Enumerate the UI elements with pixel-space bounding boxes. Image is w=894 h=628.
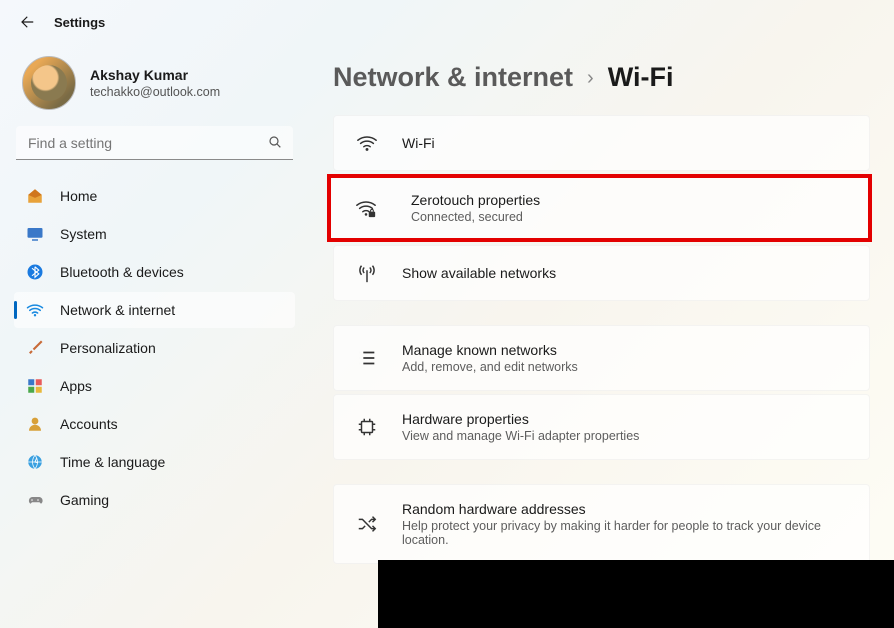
wifi-icon xyxy=(356,132,378,154)
globe-icon xyxy=(26,453,44,471)
sidebar-item-label: Personalization xyxy=(60,340,156,356)
card-title: Wi-Fi xyxy=(402,135,847,151)
wifi-icon xyxy=(26,301,44,319)
card-title: Show available networks xyxy=(402,265,847,281)
card-title: Zerotouch properties xyxy=(411,192,844,208)
card-available-networks[interactable]: Show available networks xyxy=(333,245,870,301)
user-name: Akshay Kumar xyxy=(90,67,220,83)
sidebar-item-apps[interactable]: Apps xyxy=(14,368,295,404)
sidebar-item-time[interactable]: Time & language xyxy=(14,444,295,480)
breadcrumb: Network & internet › Wi-Fi xyxy=(333,62,870,93)
sidebar-item-accounts[interactable]: Accounts xyxy=(14,406,295,442)
system-icon xyxy=(26,225,44,243)
card-subtitle: Help protect your privacy by making it h… xyxy=(402,519,847,547)
app-title: Settings xyxy=(54,15,105,30)
sidebar-item-label: Network & internet xyxy=(60,302,175,318)
card-wifi-toggle[interactable]: Wi-Fi xyxy=(333,115,870,171)
breadcrumb-current: Wi-Fi xyxy=(608,62,674,93)
sidebar-item-label: Bluetooth & devices xyxy=(60,264,184,280)
list-icon xyxy=(356,347,378,369)
avatar xyxy=(22,56,76,110)
sidebar-item-label: Home xyxy=(60,188,97,204)
wifi-secured-icon xyxy=(355,197,377,219)
card-random-addresses[interactable]: Random hardware addresses Help protect y… xyxy=(333,484,870,564)
user-email: techakko@outlook.com xyxy=(90,85,220,99)
profile-block[interactable]: Akshay Kumar techakko@outlook.com xyxy=(14,52,295,126)
search-icon xyxy=(267,134,283,150)
card-subtitle: View and manage Wi-Fi adapter properties xyxy=(402,429,847,443)
sidebar-item-home[interactable]: Home xyxy=(14,178,295,214)
gamepad-icon xyxy=(26,491,44,509)
search-input[interactable] xyxy=(16,126,293,160)
sidebar-item-gaming[interactable]: Gaming xyxy=(14,482,295,518)
sidebar-item-system[interactable]: System xyxy=(14,216,295,252)
sidebar-item-label: Time & language xyxy=(60,454,165,470)
card-connection-properties[interactable]: Zerotouch properties Connected, secured xyxy=(327,174,872,242)
card-title: Hardware properties xyxy=(402,411,847,427)
sidebar-item-network[interactable]: Network & internet xyxy=(14,292,295,328)
person-icon xyxy=(26,415,44,433)
breadcrumb-parent[interactable]: Network & internet xyxy=(333,62,573,93)
sidebar-item-label: Accounts xyxy=(60,416,118,432)
nav-list: Home System Bluetooth & devices Network … xyxy=(14,178,295,518)
sidebar-item-label: System xyxy=(60,226,107,242)
chevron-right-icon: › xyxy=(587,67,594,90)
sidebar-item-label: Gaming xyxy=(60,492,109,508)
apps-icon xyxy=(26,377,44,395)
sidebar-item-bluetooth[interactable]: Bluetooth & devices xyxy=(14,254,295,290)
sidebar-item-personalization[interactable]: Personalization xyxy=(14,330,295,366)
main-content: Network & internet › Wi-Fi Wi-Fi Zerotou… xyxy=(305,44,894,628)
card-hardware-properties[interactable]: Hardware properties View and manage Wi-F… xyxy=(333,394,870,460)
brush-icon xyxy=(26,339,44,357)
card-title: Random hardware addresses xyxy=(402,501,847,517)
back-button[interactable] xyxy=(18,12,38,32)
antenna-icon xyxy=(356,262,378,284)
home-icon xyxy=(26,187,44,205)
card-known-networks[interactable]: Manage known networks Add, remove, and e… xyxy=(333,325,870,391)
card-title: Manage known networks xyxy=(402,342,847,358)
card-subtitle: Add, remove, and edit networks xyxy=(402,360,847,374)
sidebar: Akshay Kumar techakko@outlook.com Home xyxy=(0,44,305,628)
bottom-bar xyxy=(378,560,894,628)
bluetooth-icon xyxy=(26,263,44,281)
sidebar-item-label: Apps xyxy=(60,378,92,394)
card-subtitle: Connected, secured xyxy=(411,210,844,224)
shuffle-icon xyxy=(356,513,378,535)
chip-icon xyxy=(356,416,378,438)
